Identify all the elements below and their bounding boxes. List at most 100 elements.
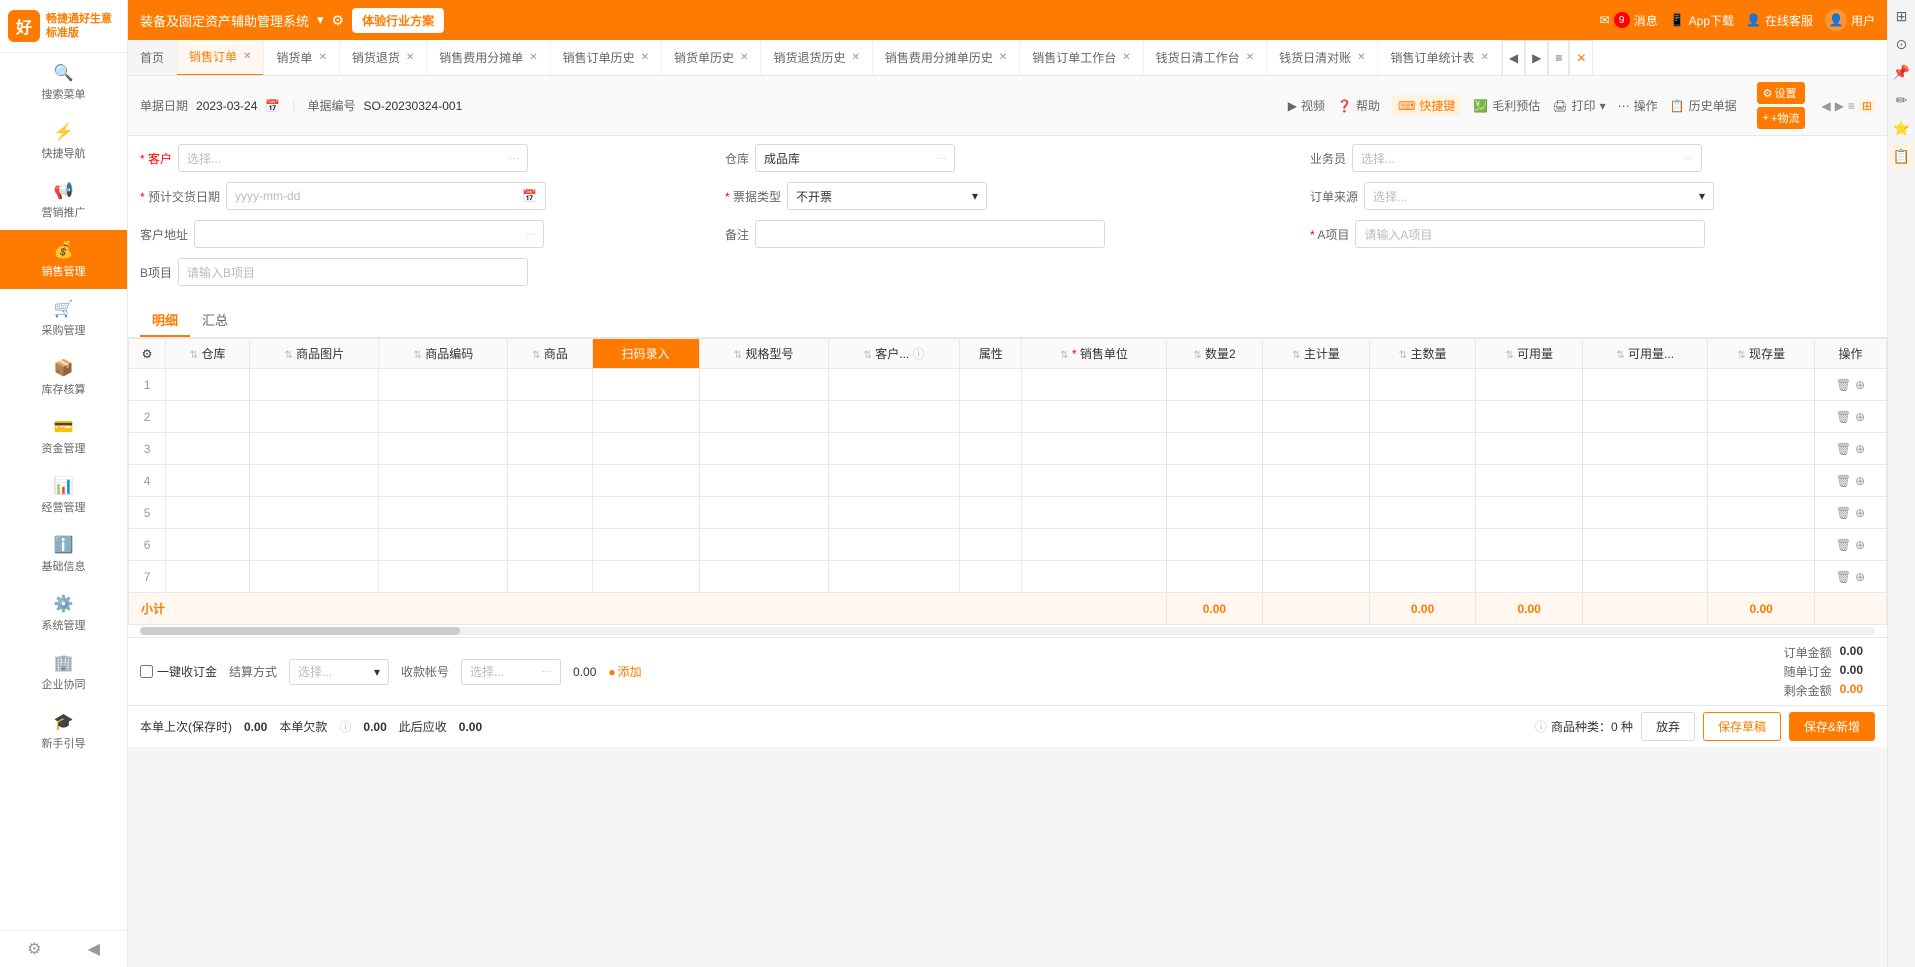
cell[interactable]: [1476, 369, 1583, 401]
customer-addr-input[interactable]: ···: [194, 220, 544, 248]
invoice-select[interactable]: 不开票 ▾: [787, 182, 987, 210]
cell[interactable]: [508, 369, 592, 401]
col-unit[interactable]: ⇅ * 销售单位: [1022, 339, 1166, 369]
delete-row-icon[interactable]: 🗑: [1836, 506, 1851, 520]
history-btn[interactable]: 📋 历史单据: [1670, 97, 1737, 114]
tab-close-icon[interactable]: ✕: [243, 51, 251, 62]
sidebar-item-purchase[interactable]: 🛒 采购管理: [0, 289, 127, 348]
sidebar-item-guide[interactable]: 🎓 新手引导: [0, 702, 127, 761]
rp-icon-1[interactable]: ⊞: [1890, 4, 1914, 28]
rp-icon-5[interactable]: ⭐: [1890, 116, 1914, 140]
project-b-input[interactable]: 请输入B项目: [178, 258, 528, 286]
add-logistics-btn[interactable]: + +物流: [1757, 107, 1806, 129]
col-product-code[interactable]: ⇅ 商品编码: [379, 339, 508, 369]
tab-detail[interactable]: 明细: [140, 304, 190, 337]
col-attr[interactable]: 属性: [960, 339, 1022, 369]
rp-icon-4[interactable]: ✏: [1890, 88, 1914, 112]
operation-btn[interactable]: ⋯ 操作: [1618, 97, 1658, 114]
grid-view-btn[interactable]: ≡: [1848, 99, 1855, 113]
sidebar-item-search[interactable]: 🔍 搜索菜单: [0, 53, 127, 112]
delivery-input[interactable]: yyyy-mm-dd 📅: [226, 182, 546, 210]
save-new-btn[interactable]: 保存&新增: [1789, 712, 1875, 741]
cell[interactable]: [828, 369, 960, 401]
print-dropdown-icon[interactable]: ▾: [1600, 99, 1606, 113]
user-item[interactable]: 👤 用户: [1825, 9, 1875, 31]
online-service-item[interactable]: 👤 在线客服: [1746, 12, 1813, 29]
col-available2[interactable]: ⇅ 可用量...: [1582, 339, 1707, 369]
col-stock[interactable]: ⇅ 现存量: [1708, 339, 1815, 369]
quick-order-check[interactable]: [140, 665, 153, 678]
settings-icon[interactable]: ⚙: [27, 939, 41, 959]
tab-close-icon[interactable]: ✕: [318, 52, 326, 63]
tab-close-icon[interactable]: ✕: [999, 52, 1007, 63]
scrollbar-thumb[interactable]: [140, 627, 460, 635]
project-a-input[interactable]: 请输入A项目: [1355, 220, 1705, 248]
tab-return-history[interactable]: 销货退货历史 ✕: [761, 40, 872, 76]
col-qty2[interactable]: ⇅ 数量2: [1166, 339, 1263, 369]
account-input[interactable]: 选择... ···: [461, 659, 561, 685]
tab-close-icon[interactable]: ✕: [851, 52, 859, 63]
tab-close-all-btn[interactable]: ✕: [1569, 40, 1593, 76]
copy-row-icon[interactable]: ⊕: [1855, 442, 1865, 456]
col-available[interactable]: ⇅ 可用量: [1476, 339, 1583, 369]
remark-input[interactable]: [755, 220, 1105, 248]
delivery-calendar-icon[interactable]: 📅: [522, 189, 537, 203]
print-btn[interactable]: 🖨 打印 ▾: [1552, 97, 1605, 114]
cell[interactable]: [1582, 369, 1707, 401]
app-download-item[interactable]: 📱 App下载: [1670, 12, 1734, 29]
payment-method-select[interactable]: 选择... ▾: [289, 659, 389, 685]
col-warehouse[interactable]: ⇅ 仓库: [166, 339, 250, 369]
col-product[interactable]: ⇅ 商品: [508, 339, 592, 369]
sidebar-item-inventory[interactable]: 📦 库存核算: [0, 348, 127, 407]
copy-row-icon[interactable]: ⊕: [1855, 570, 1865, 584]
tab-close-icon[interactable]: ✕: [1481, 52, 1489, 63]
tab-sales-return[interactable]: 销货退货 ✕: [340, 40, 427, 76]
tab-home[interactable]: 首页: [128, 40, 177, 76]
col-main-qty[interactable]: ⇅ 主数量: [1369, 339, 1476, 369]
col-customer-code[interactable]: ⇅ 客户... ⓘ: [828, 339, 960, 369]
tab-reconciliation[interactable]: 钱货日清对账 ✕: [1267, 40, 1378, 76]
discard-btn[interactable]: 放弃: [1641, 712, 1695, 741]
col-gear[interactable]: ⚙: [129, 339, 166, 369]
sidebar-item-marketing[interactable]: 📢 营销推广: [0, 171, 127, 230]
sidebar-item-enterprise[interactable]: 🏢 企业协同: [0, 643, 127, 702]
sidebar-item-finance[interactable]: 💳 资金管理: [0, 407, 127, 466]
tab-close-icon[interactable]: ✕: [641, 52, 649, 63]
delete-row-icon[interactable]: 🗑: [1836, 442, 1851, 456]
quick-order-checkbox[interactable]: 一键收订金: [140, 663, 217, 680]
tab-summary[interactable]: 汇总: [190, 304, 240, 337]
tab-prev-btn[interactable]: ◀: [1502, 40, 1525, 76]
tab-sales-history[interactable]: 销售订单历史 ✕: [551, 40, 662, 76]
cell[interactable]: [699, 369, 828, 401]
tab-close-icon[interactable]: ✕: [1246, 52, 1254, 63]
tab-sales-order[interactable]: 销售订单 ✕: [177, 40, 264, 76]
col-scan[interactable]: 扫码录入: [592, 339, 699, 369]
tab-next-btn[interactable]: ▶: [1525, 40, 1548, 76]
prev-record-btn[interactable]: ◀: [1821, 99, 1830, 113]
copy-row-icon[interactable]: ⊕: [1855, 506, 1865, 520]
delete-row-icon[interactable]: 🗑: [1836, 570, 1851, 584]
tab-sales-invoice[interactable]: 销货单 ✕: [264, 40, 339, 76]
tab-close-icon[interactable]: ✕: [1122, 52, 1130, 63]
salesperson-input[interactable]: 选择... ···: [1352, 144, 1702, 172]
order-source-input[interactable]: 选择... ▾: [1364, 182, 1714, 210]
cell[interactable]: [960, 369, 1022, 401]
industry-btn[interactable]: 体验行业方案: [352, 8, 444, 33]
system-dropdown-icon[interactable]: ▾: [317, 12, 324, 28]
help-btn[interactable]: ❓ 帮助: [1337, 97, 1380, 114]
cell[interactable]: [1263, 369, 1370, 401]
calendar-icon[interactable]: 📅: [265, 99, 280, 113]
tab-stats[interactable]: 销售订单统计表 ✕: [1378, 40, 1501, 76]
tab-expense-history[interactable]: 销售费用分摊单历史 ✕: [873, 40, 1020, 76]
collapse-icon[interactable]: ◀: [88, 939, 100, 959]
cell[interactable]: [1369, 369, 1476, 401]
tab-close-icon[interactable]: ✕: [740, 52, 748, 63]
tab-menu-btn[interactable]: ≡: [1548, 40, 1569, 76]
delete-row-icon[interactable]: 🗑: [1836, 410, 1851, 424]
sidebar-item-sales[interactable]: 💰 销售管理: [0, 230, 127, 289]
sidebar-item-system[interactable]: ⚙️ 系统管理: [0, 584, 127, 643]
next-record-btn[interactable]: ▶: [1835, 99, 1844, 113]
delete-row-icon[interactable]: 🗑: [1836, 474, 1851, 488]
cell[interactable]: [1022, 369, 1166, 401]
table-scrollbar[interactable]: [140, 627, 1875, 635]
